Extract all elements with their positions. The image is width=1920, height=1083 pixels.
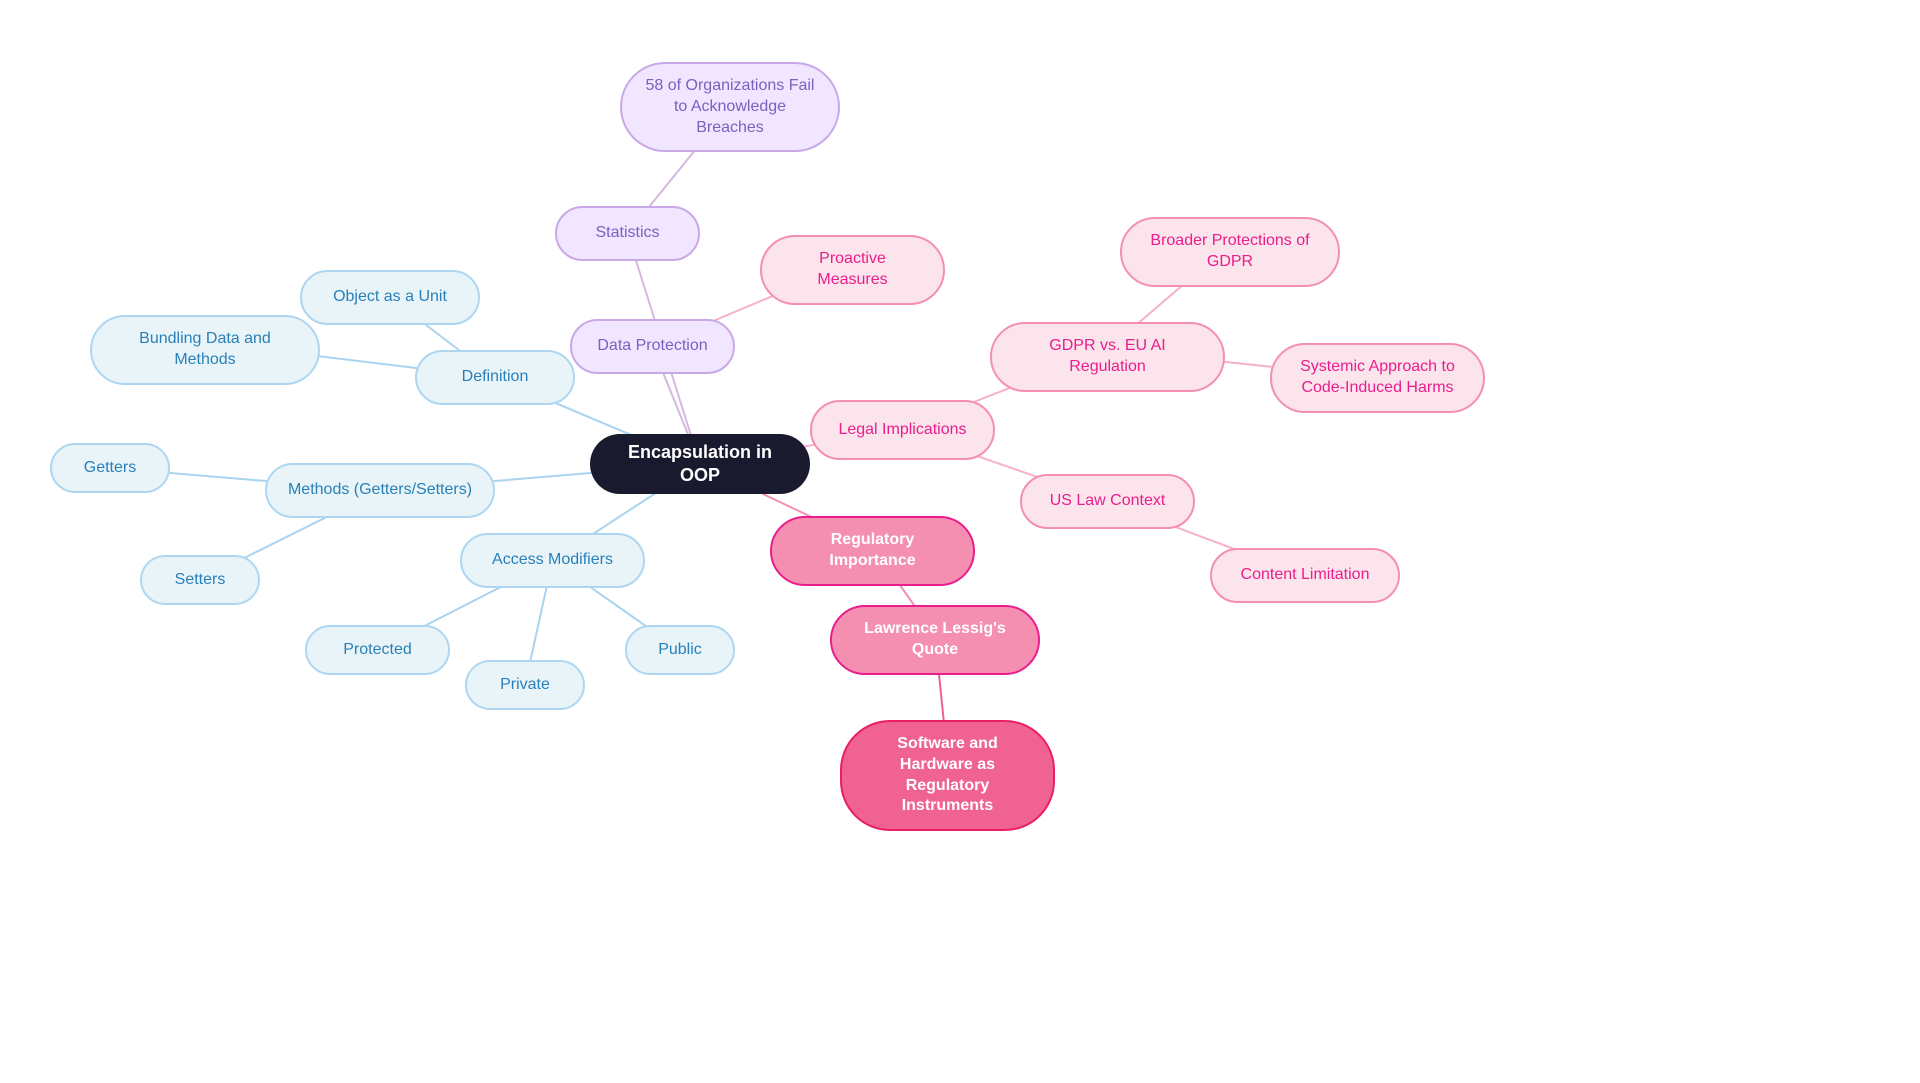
mindmap-node-software-hw[interactable]: Software and Hardware as Regulatory Inst… bbox=[840, 720, 1055, 831]
mindmap-node-object-unit[interactable]: Object as a Unit bbox=[300, 270, 480, 325]
mindmap-node-center[interactable]: Encapsulation in OOP bbox=[590, 434, 810, 494]
mindmap-node-broader-gdpr[interactable]: Broader Protections of GDPR bbox=[1120, 217, 1340, 287]
mindmap-node-data-protection[interactable]: Data Protection bbox=[570, 319, 735, 374]
mindmap-node-us-law[interactable]: US Law Context bbox=[1020, 474, 1195, 529]
mindmap-node-lessig[interactable]: Lawrence Lessig's Quote bbox=[830, 605, 1040, 675]
mindmap-node-regulatory[interactable]: Regulatory Importance bbox=[770, 516, 975, 586]
mindmap-node-bundling[interactable]: Bundling Data and Methods bbox=[90, 315, 320, 385]
mindmap-node-content-limit[interactable]: Content Limitation bbox=[1210, 548, 1400, 603]
mindmap-node-legal[interactable]: Legal Implications bbox=[810, 400, 995, 460]
mindmap-node-gdpr-vs-ai[interactable]: GDPR vs. EU AI Regulation bbox=[990, 322, 1225, 392]
mindmap-node-public[interactable]: Public bbox=[625, 625, 735, 675]
mindmap-node-access-modifiers[interactable]: Access Modifiers bbox=[460, 533, 645, 588]
mindmap-node-proactive[interactable]: Proactive Measures bbox=[760, 235, 945, 305]
mindmap-node-statistics[interactable]: Statistics bbox=[555, 206, 700, 261]
mindmap-node-methods[interactable]: Methods (Getters/Setters) bbox=[265, 463, 495, 518]
mindmap-node-setters[interactable]: Setters bbox=[140, 555, 260, 605]
mindmap-node-private[interactable]: Private bbox=[465, 660, 585, 710]
mindmap-node-getters[interactable]: Getters bbox=[50, 443, 170, 493]
mindmap-node-systemic[interactable]: Systemic Approach to Code-Induced Harms bbox=[1270, 343, 1485, 413]
mindmap-node-protected[interactable]: Protected bbox=[305, 625, 450, 675]
mindmap-node-definition[interactable]: Definition bbox=[415, 350, 575, 405]
mindmap-node-breaches[interactable]: 58 of Organizations Fail to Acknowledge … bbox=[620, 62, 840, 152]
